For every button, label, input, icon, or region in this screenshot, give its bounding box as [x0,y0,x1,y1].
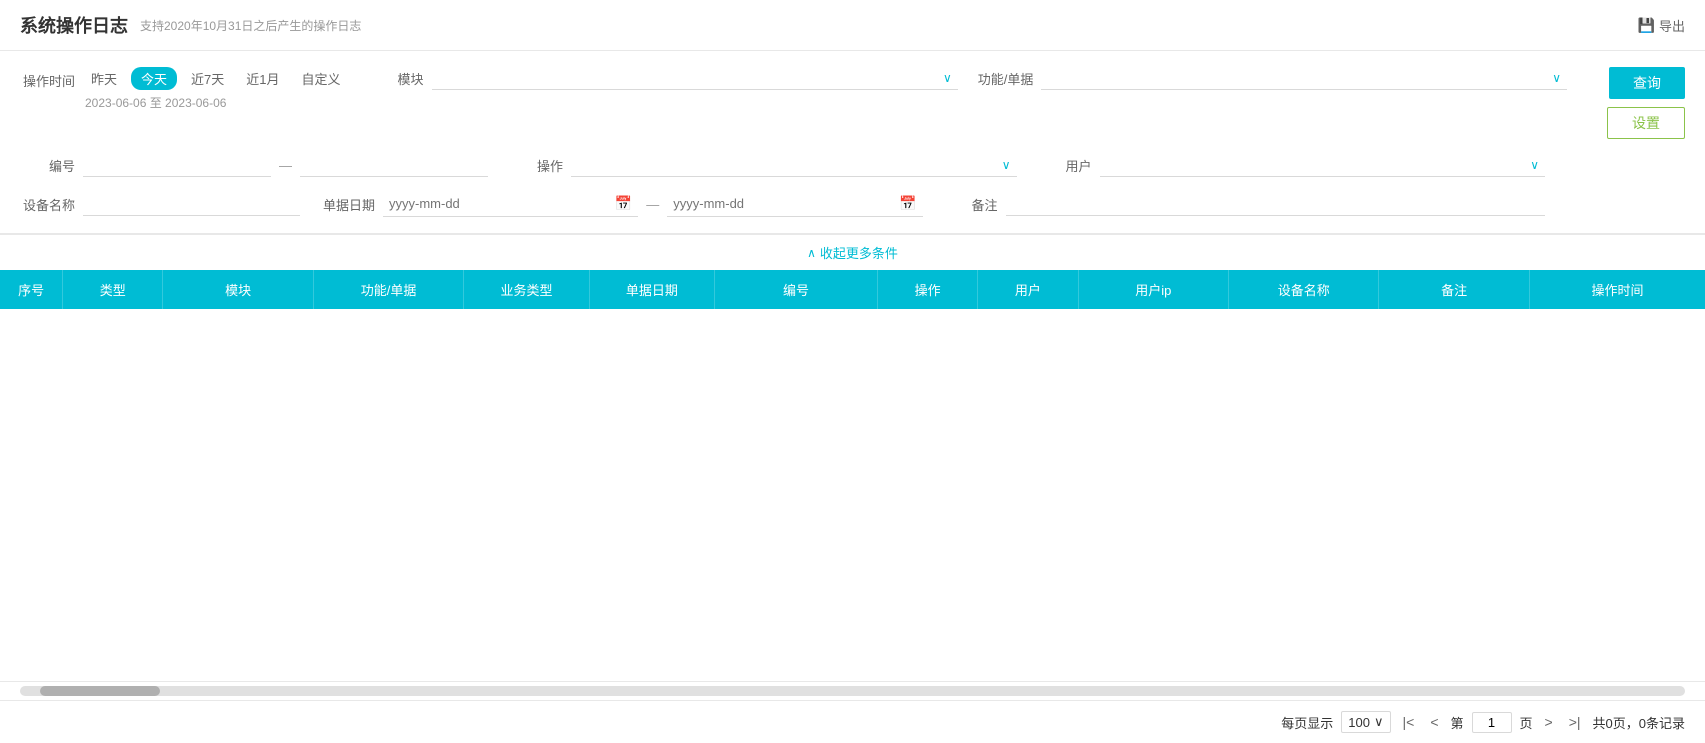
page-title-area: 系统操作日志 支持2020年10月31日之后产生的操作日志 [20,12,361,38]
date-from-input[interactable] [389,196,615,211]
time-btns: 昨天 今天 近7天 近1月 自定义 [83,67,349,90]
module-filter: 模块 ∨ [369,67,958,90]
page-unit: 页 [1520,713,1533,732]
query-button[interactable]: 查询 [1609,67,1685,99]
collapse-chevron-icon: ∧ [807,246,816,260]
export-button[interactable]: 💾 导出 [1638,16,1685,35]
export-label: 导出 [1659,16,1685,35]
number-label: 编号 [20,156,75,175]
calendar-to-icon[interactable]: 📅 [899,195,916,212]
user-chevron-icon: ∨ [1530,158,1539,172]
remark-label: 备注 [943,195,998,214]
page-title: 系统操作日志 [20,12,128,38]
user-label: 用户 [1037,156,1092,175]
time-date-range: 2023-06-06 至 2023-06-06 [85,94,349,111]
time-btn-7days[interactable]: 近7天 [183,67,232,90]
col-user: 用户 [978,270,1078,309]
time-btn-yesterday[interactable]: 昨天 [83,67,125,90]
time-filter: 操作时间 昨天 今天 近7天 近1月 自定义 2023-06-06 至 2023… [20,67,349,111]
col-remark: 备注 [1379,270,1529,309]
remark-input[interactable] [1006,192,1546,216]
time-btn-custom[interactable]: 自定义 [294,67,349,90]
data-table: 序号 类型 模块 功能/单据 业务类型 单据日期 编号 操作 用户 用户ip 设… [0,270,1705,309]
number-input-from[interactable] [83,153,271,177]
page-size-value: 100 [1348,715,1370,730]
table-header: 序号 类型 模块 功能/单据 业务类型 单据日期 编号 操作 用户 用户ip 设… [0,270,1705,309]
operation-chevron-icon: ∨ [1002,158,1011,172]
settings-button[interactable]: 设置 [1607,107,1685,139]
col-user-ip: 用户ip [1078,270,1228,309]
page-size-select[interactable]: 100 ∨ [1341,711,1390,733]
scroll-track[interactable] [20,686,1685,696]
col-module: 模块 [163,270,313,309]
function-select[interactable]: ∨ [1041,67,1567,90]
time-btn-1month[interactable]: 近1月 [238,67,287,90]
user-select[interactable]: ∨ [1100,154,1546,177]
function-filter: 功能/单据 ∨ [978,67,1567,90]
last-page-button[interactable]: >| [1565,712,1585,732]
calendar-from-icon[interactable]: 📅 [615,195,632,212]
filter-area: 操作时间 昨天 今天 近7天 近1月 自定义 2023-06-06 至 2023… [0,51,1705,234]
module-select[interactable]: ∨ [432,67,958,90]
number-input-to[interactable] [300,153,488,177]
col-biz-type: 业务类型 [464,270,589,309]
col-number: 编号 [715,270,878,309]
page-header: 系统操作日志 支持2020年10月31日之后产生的操作日志 💾 导出 [0,0,1705,51]
device-input[interactable] [83,192,300,216]
btn-area: 查询 设置 [1607,67,1685,139]
page-input[interactable] [1472,712,1512,733]
user-filter: 用户 ∨ [1037,154,1546,177]
date-to-wrap: 📅 [667,191,922,217]
first-page-button[interactable]: |< [1399,712,1419,732]
col-operation: 操作 [878,270,978,309]
voucher-date-filter: 单据日期 📅 — 📅 [320,191,923,217]
time-label: 操作时间 [20,67,75,90]
table-area: 序号 类型 模块 功能/单据 业务类型 单据日期 编号 操作 用户 用户ip 设… [0,270,1705,681]
pagination-bar: 每页显示 100 ∨ |< < 第 页 > >| 共0页，0条记录 [0,700,1705,743]
operation-select[interactable]: ∨ [571,154,1017,177]
prev-page-button[interactable]: < [1426,712,1442,732]
export-icon: 💾 [1638,17,1655,34]
col-seq: 序号 [0,270,63,309]
operation-label: 操作 [508,156,563,175]
number-filter: 编号 — [20,153,488,177]
page-subtitle: 支持2020年10月31日之后产生的操作日志 [140,17,361,34]
col-function: 功能/单据 [313,270,463,309]
voucher-date-label: 单据日期 [320,195,375,214]
device-filter: 设备名称 [20,192,300,216]
date-dash: — [646,197,659,212]
time-btn-today[interactable]: 今天 [131,67,177,90]
remark-filter: 备注 [943,192,1546,216]
page-container: 系统操作日志 支持2020年10月31日之后产生的操作日志 💾 导出 操作时间 … [0,0,1705,743]
page-label: 第 [1451,713,1464,732]
date-from-wrap: 📅 [383,191,638,217]
next-page-button[interactable]: > [1541,712,1557,732]
header-row: 序号 类型 模块 功能/单据 业务类型 单据日期 编号 操作 用户 用户ip 设… [0,270,1705,309]
col-type: 类型 [63,270,163,309]
module-chevron-icon: ∨ [943,71,952,85]
time-filter-controls: 昨天 今天 近7天 近1月 自定义 2023-06-06 至 2023-06-0… [83,67,349,111]
collapse-label: 收起更多条件 [820,243,898,262]
function-label: 功能/单据 [978,69,1034,88]
page-size-label: 每页显示 [1281,713,1333,732]
scroll-area [0,681,1705,700]
col-date: 单据日期 [589,270,714,309]
col-op-time: 操作时间 [1529,270,1705,309]
page-size-arrow-icon: ∨ [1374,714,1384,730]
function-chevron-icon: ∨ [1552,71,1561,85]
number-dash: — [279,158,292,173]
device-label: 设备名称 [20,195,75,214]
operation-filter: 操作 ∨ [508,154,1017,177]
col-device: 设备名称 [1229,270,1379,309]
module-label: 模块 [369,69,424,88]
total-info: 共0页，0条记录 [1593,713,1685,732]
scroll-thumb[interactable] [40,686,160,696]
collapse-bar[interactable]: ∧ 收起更多条件 [0,234,1705,270]
date-to-input[interactable] [673,196,899,211]
